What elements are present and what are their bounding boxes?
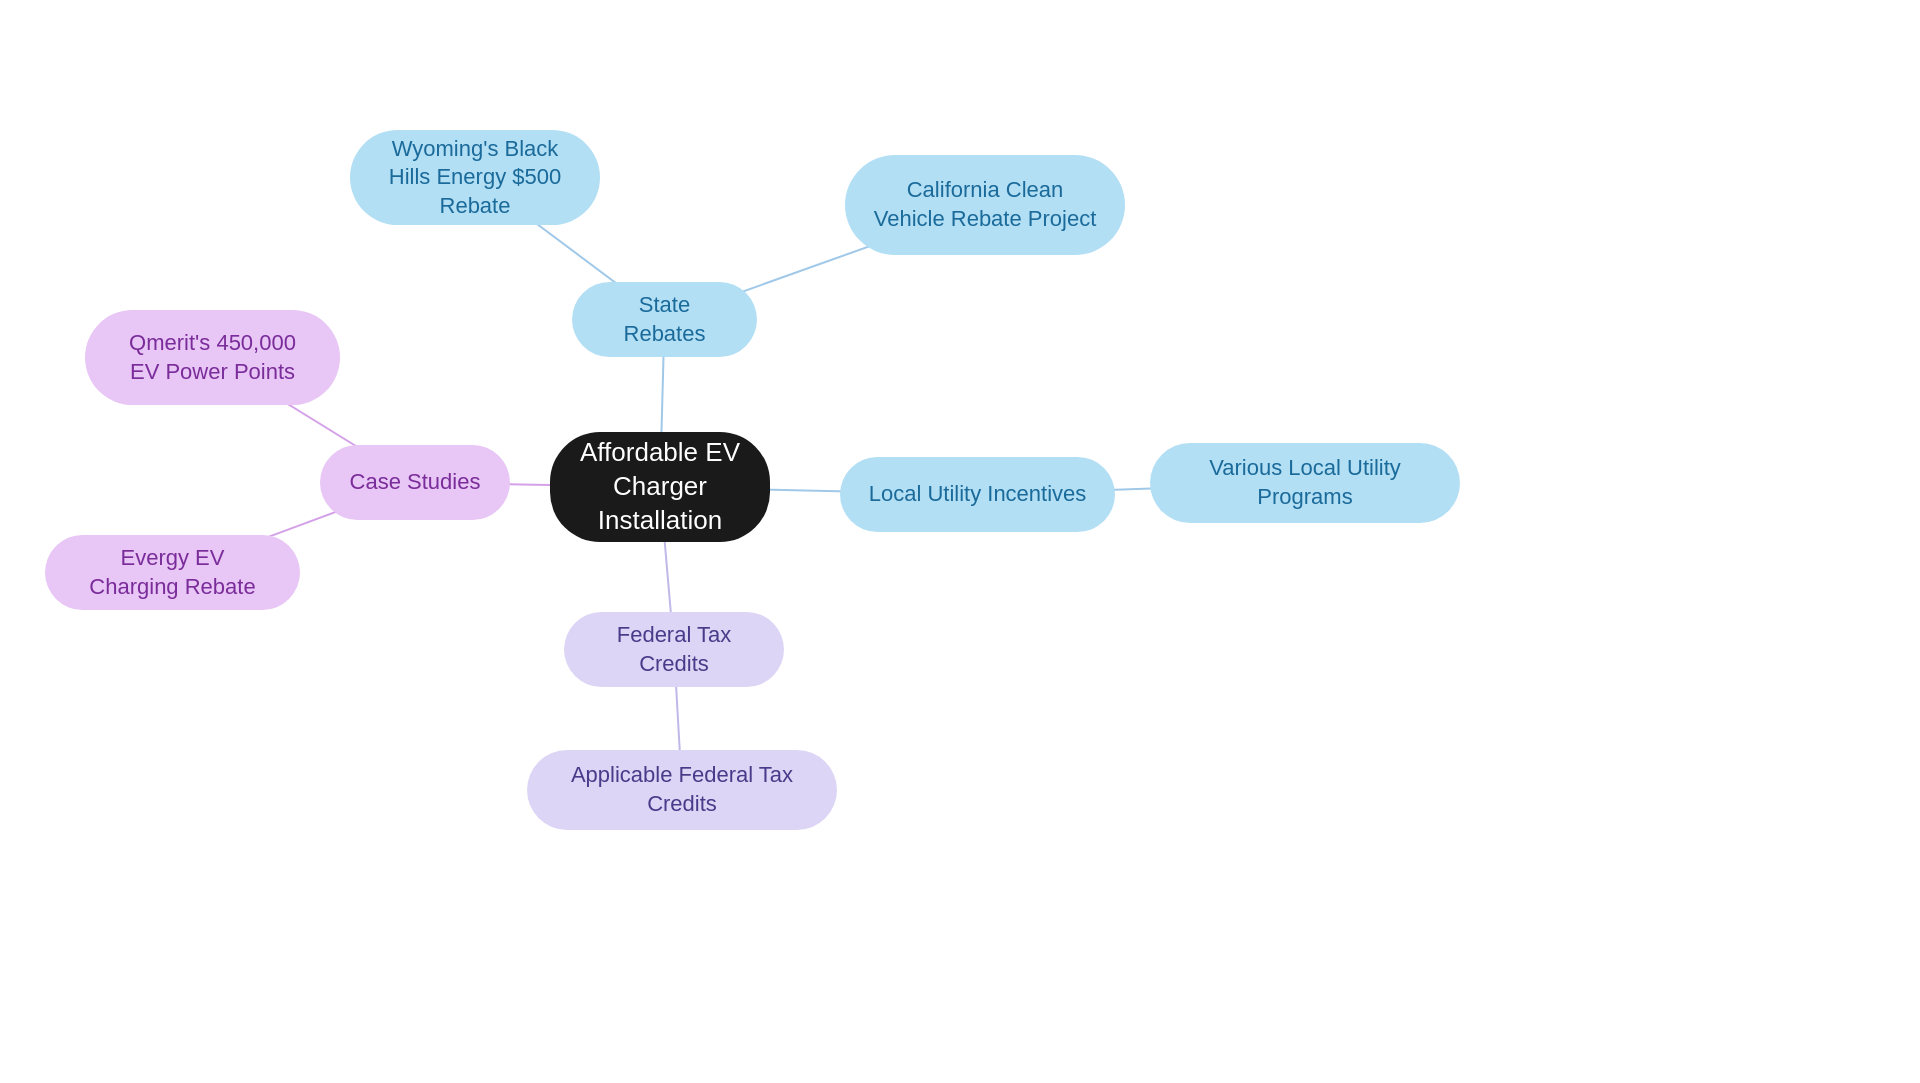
case-studies-node[interactable]: Case Studies bbox=[320, 445, 510, 520]
local-utility-node[interactable]: Local Utility Incentives bbox=[840, 457, 1115, 532]
center-node[interactable]: Affordable EV Charger Installation bbox=[550, 432, 770, 542]
wyoming-rebate-node[interactable]: Wyoming's Black Hills Energy $500 Rebate bbox=[350, 130, 600, 225]
california-rebate-label: California Clean Vehicle Rebate Project bbox=[873, 176, 1097, 233]
wyoming-rebate-label: Wyoming's Black Hills Energy $500 Rebate bbox=[378, 135, 572, 221]
qmerit-label: Qmerit's 450,000 EV Power Points bbox=[113, 329, 312, 386]
federal-tax-node[interactable]: Federal Tax Credits bbox=[564, 612, 784, 687]
california-rebate-node[interactable]: California Clean Vehicle Rebate Project bbox=[845, 155, 1125, 255]
evergy-label: Evergy EV Charging Rebate bbox=[73, 544, 272, 601]
center-label: Affordable EV Charger Installation bbox=[578, 436, 742, 537]
applicable-federal-node[interactable]: Applicable Federal Tax Credits bbox=[527, 750, 837, 830]
evergy-node[interactable]: Evergy EV Charging Rebate bbox=[45, 535, 300, 610]
local-utility-label: Local Utility Incentives bbox=[869, 480, 1087, 509]
state-rebates-node[interactable]: State Rebates bbox=[572, 282, 757, 357]
case-studies-label: Case Studies bbox=[350, 468, 481, 497]
qmerit-node[interactable]: Qmerit's 450,000 EV Power Points bbox=[85, 310, 340, 405]
state-rebates-label: State Rebates bbox=[600, 291, 729, 348]
various-utility-node[interactable]: Various Local Utility Programs bbox=[1150, 443, 1460, 523]
various-utility-label: Various Local Utility Programs bbox=[1178, 454, 1432, 511]
applicable-federal-label: Applicable Federal Tax Credits bbox=[555, 761, 809, 818]
federal-tax-label: Federal Tax Credits bbox=[592, 621, 756, 678]
